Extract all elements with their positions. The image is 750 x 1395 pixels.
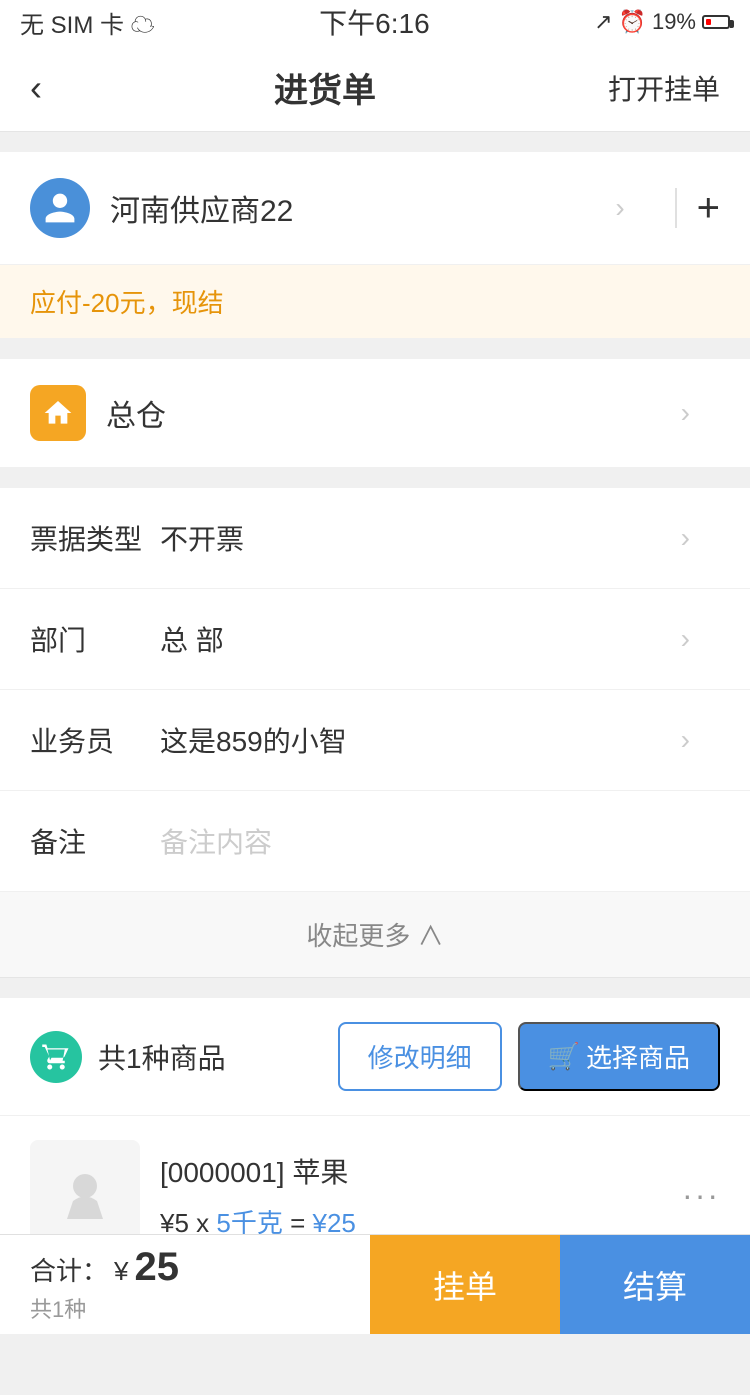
svg-text:督+: 督+ — [79, 1211, 90, 1220]
edit-detail-button[interactable]: 修改明细 — [338, 1022, 502, 1091]
warehouse-chevron: › — [681, 397, 690, 429]
section-gap-4 — [0, 978, 750, 998]
department-value: 总 部 — [160, 619, 681, 659]
add-supplier-button[interactable]: + — [697, 188, 720, 228]
cart-icon — [41, 1042, 71, 1072]
back-button[interactable]: ‹ — [30, 67, 42, 109]
supplier-notice: 应付-20元，现结 — [0, 265, 750, 339]
total-currency: ¥ — [114, 1256, 128, 1287]
location-icon: ↗ — [594, 9, 612, 35]
total-section: 合计： ¥ 25 共1种 — [0, 1235, 370, 1334]
supplier-divider — [675, 188, 677, 228]
products-count: 共1种商品 — [98, 1037, 338, 1077]
warehouse-name: 总仓 — [106, 391, 681, 435]
collapse-row[interactable]: 收起更多 ∧ — [0, 892, 750, 978]
section-gap-3 — [0, 468, 750, 488]
products-icon — [30, 1031, 82, 1083]
salesman-chevron: › — [681, 724, 690, 756]
department-label: 部门 — [30, 619, 150, 659]
section-gap-2 — [0, 339, 750, 359]
nav-bar: ‹ 进货单 打开挂单 — [0, 44, 750, 132]
remark-input[interactable]: 备注内容 — [160, 821, 720, 861]
products-header: 共1种商品 修改明细 🛒 选择商品 — [0, 998, 750, 1116]
select-product-button[interactable]: 🛒 选择商品 — [518, 1022, 720, 1091]
select-product-icon: 🛒 — [548, 1041, 580, 1072]
bottom-bar: 合计： ¥ 25 共1种 挂单 结算 — [0, 1234, 750, 1334]
supplier-name: 河南供应商22 — [110, 186, 615, 230]
warehouse-row[interactable]: 总仓 › — [0, 359, 750, 468]
product-info: [0000001] 苹果 ¥5 x 5千克 = ¥25 — [160, 1151, 662, 1240]
product-placeholder-icon: 督+ — [55, 1165, 115, 1225]
hang-button[interactable]: 挂单 — [370, 1235, 560, 1334]
invoice-value: 不开票 — [160, 518, 681, 558]
supplier-section: 河南供应商22 › + 应付-20元，现结 — [0, 152, 750, 339]
total-value: 25 — [134, 1245, 179, 1290]
alarm-icon: ⏰ — [619, 9, 646, 35]
supplier-chevron: › — [615, 192, 624, 224]
salesman-label: 业务员 — [30, 720, 150, 760]
open-hang-button[interactable]: 打开挂单 — [608, 68, 720, 108]
invoice-chevron: › — [681, 522, 690, 554]
home-icon — [42, 397, 74, 429]
supplier-row[interactable]: 河南供应商22 › + — [0, 152, 750, 265]
product-more-button[interactable]: ··· — [682, 1177, 720, 1214]
invoice-label: 票据类型 — [30, 518, 150, 558]
status-time: 下午6:16 — [319, 2, 430, 42]
battery-level: 19% — [652, 9, 696, 35]
warehouse-icon — [30, 385, 86, 441]
salesman-row[interactable]: 业务员 这是859的小智 › — [0, 690, 750, 791]
total-label: 合计： — [30, 1251, 108, 1288]
settle-button[interactable]: 结算 — [560, 1235, 750, 1334]
user-icon — [42, 190, 78, 226]
section-gap-1 — [0, 132, 750, 152]
product-name: [0000001] 苹果 — [160, 1151, 662, 1191]
total-sub: 共1种 — [30, 1292, 340, 1324]
department-row[interactable]: 部门 总 部 › — [0, 589, 750, 690]
battery-icon — [702, 15, 730, 29]
total-amount: 合计： ¥ 25 — [30, 1245, 340, 1290]
status-right: ↗ ⏰ 19% — [594, 9, 730, 35]
department-chevron: › — [681, 623, 690, 655]
status-bar: 无 SIM 卡 ☁ 下午6:16 ↗ ⏰ 19% — [0, 0, 750, 44]
supplier-avatar — [30, 178, 90, 238]
remark-label: 备注 — [30, 821, 150, 861]
page-title: 进货单 — [274, 63, 376, 112]
status-left: 无 SIM 卡 ☁ — [20, 5, 155, 40]
sim-signal: 无 SIM 卡 ☁ — [20, 5, 155, 40]
remark-row[interactable]: 备注 备注内容 — [0, 791, 750, 892]
salesman-value: 这是859的小智 — [160, 720, 681, 760]
invoice-row[interactable]: 票据类型 不开票 › — [0, 488, 750, 589]
